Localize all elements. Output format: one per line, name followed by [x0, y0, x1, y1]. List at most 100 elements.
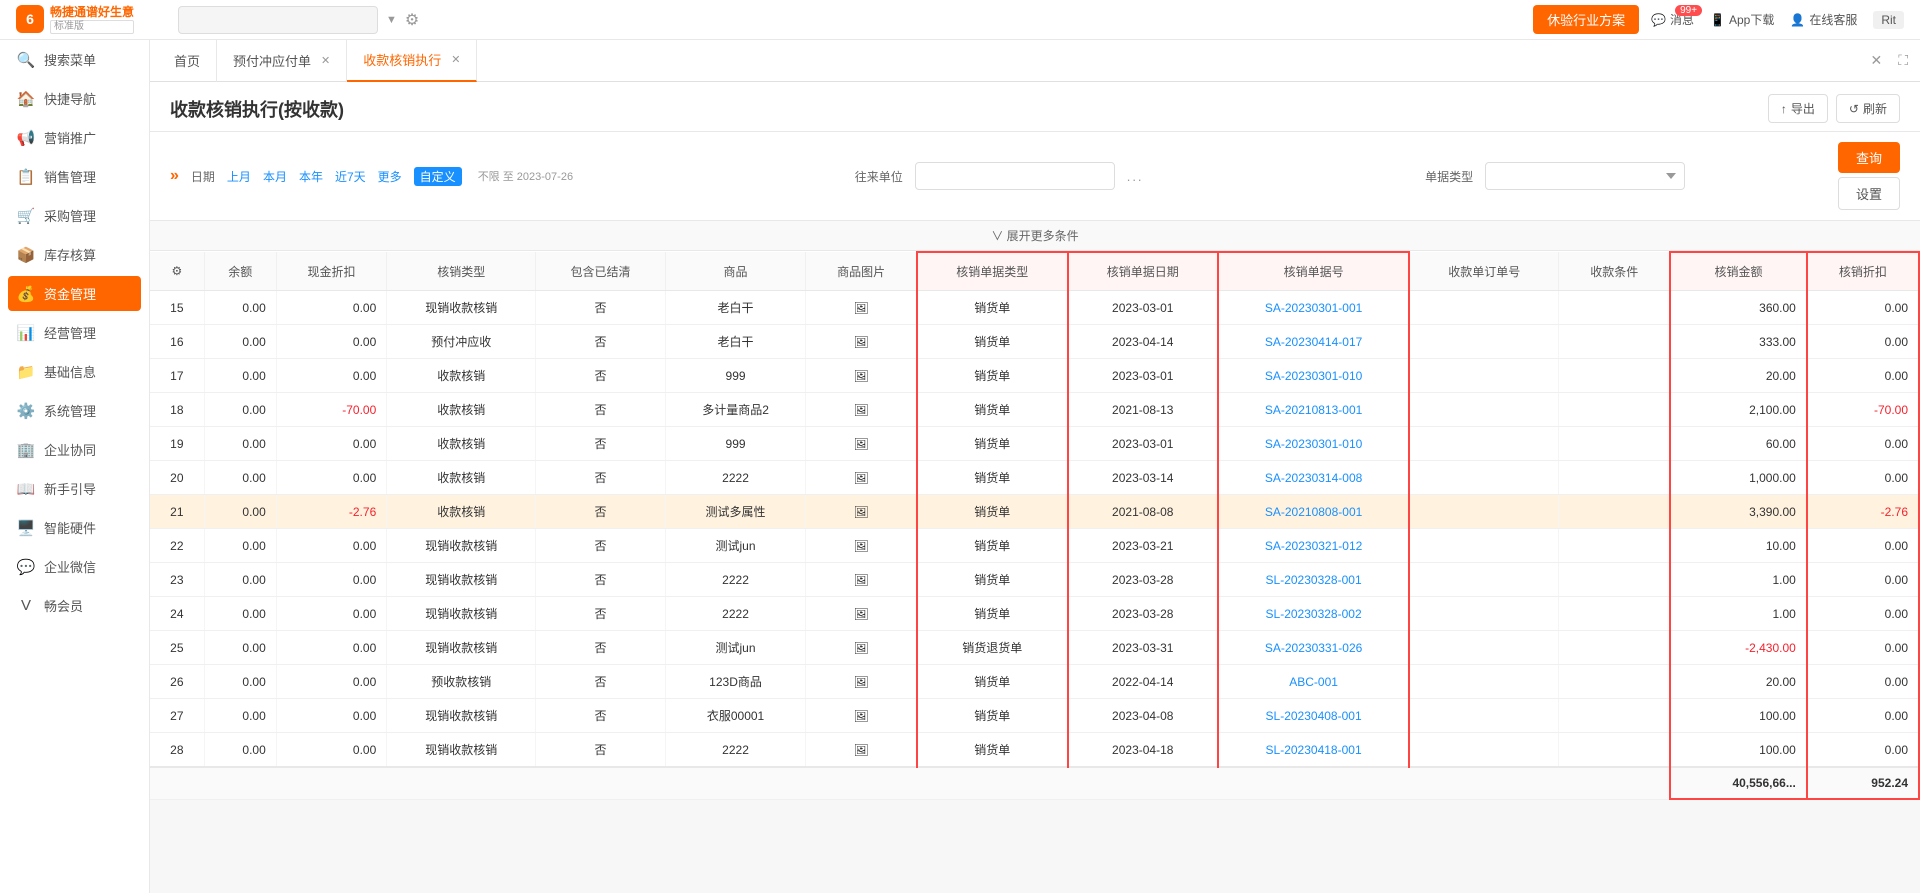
tab-close-all-icon[interactable]: ✕: [1866, 48, 1886, 73]
single-type-select[interactable]: [1485, 162, 1685, 190]
refresh-btn[interactable]: ↺ 刷新: [1836, 94, 1900, 123]
guide-icon: 📖: [16, 480, 36, 498]
table-cell[interactable]: SL-20230328-001: [1218, 563, 1409, 597]
industry-btn[interactable]: 休验行业方案: [1533, 5, 1639, 34]
table-cell: 2021-08-13: [1068, 393, 1219, 427]
table-cell: 销货退货单: [917, 631, 1068, 665]
this-year-btn[interactable]: 本年: [299, 168, 323, 185]
export-btn[interactable]: ↑ 导出: [1768, 94, 1828, 123]
table-cell: [1409, 359, 1559, 393]
user-name[interactable]: Rit: [1873, 11, 1904, 29]
table-cell[interactable]: SL-20230328-002: [1218, 597, 1409, 631]
sidebar-item-wechat[interactable]: 💬 企业微信: [0, 547, 149, 586]
table-cell: 999: [665, 359, 805, 393]
table-cell[interactable]: SA-20210808-001: [1218, 495, 1409, 529]
table-cell: 1,000.00: [1670, 461, 1807, 495]
table-cell[interactable]: SA-20230301-010: [1218, 427, 1409, 461]
messages-btn[interactable]: 💬 消息 99+: [1651, 11, 1694, 28]
table-cell: 销货单: [917, 665, 1068, 699]
table-cell: 收款核销: [387, 393, 536, 427]
table-cell: 否: [536, 291, 666, 325]
table-cell[interactable]: SA-20230301-010: [1218, 359, 1409, 393]
sidebar-item-search[interactable]: 🔍 搜索菜单: [0, 40, 149, 79]
table-cell: 🖼: [806, 699, 917, 733]
table-cell: 销货单: [917, 291, 1068, 325]
tab-receipt-close[interactable]: ✕: [451, 53, 460, 66]
table-cell: [1559, 393, 1670, 427]
table-cell[interactable]: SA-20230321-012: [1218, 529, 1409, 563]
sidebar-item-bizmt[interactable]: 📊 经营管理: [0, 313, 149, 352]
logo-text: 畅捷通谱好生意: [50, 5, 134, 19]
sidebar-item-purchase[interactable]: 🛒 采购管理: [0, 196, 149, 235]
table-cell: 🖼: [806, 631, 917, 665]
table-cell: -2,430.00: [1670, 631, 1807, 665]
sidebar-label: 搜索菜单: [44, 50, 96, 69]
msg-badge: 99+: [1675, 5, 1702, 16]
table-cell: 否: [536, 427, 666, 461]
sidebar-label: 经营管理: [44, 323, 96, 342]
last7-btn[interactable]: 近7天: [335, 168, 366, 185]
online-service-btn[interactable]: 👤 在线客服: [1790, 11, 1857, 28]
table-cell: 0.00: [1807, 597, 1919, 631]
table-cell: 🖼: [806, 393, 917, 427]
sidebar-item-hardware[interactable]: 🖥️ 智能硬件: [0, 508, 149, 547]
table-cell: 老白干: [665, 325, 805, 359]
table-cell: [1409, 597, 1559, 631]
table-container[interactable]: ⚙ 余额 现金折扣 核销类型 包含已结清 商品 商品图片 核销单据类型 核销单据…: [150, 251, 1920, 893]
table-cell: 否: [536, 529, 666, 563]
sidebar-label: 企业协同: [44, 440, 96, 459]
tab-home[interactable]: 首页: [158, 40, 217, 82]
sidebar-item-sysmgmt[interactable]: ⚙️ 系统管理: [0, 391, 149, 430]
table-cell: 销货单: [917, 563, 1068, 597]
sidebar-item-guide[interactable]: 📖 新手引导: [0, 469, 149, 508]
table-cell: 0.00: [276, 529, 386, 563]
table-cell: [1559, 427, 1670, 461]
table-cell: 0.00: [276, 325, 386, 359]
table-cell: 🖼: [806, 733, 917, 768]
table-cell: 0.00: [276, 461, 386, 495]
table-cell[interactable]: SA-20230331-026: [1218, 631, 1409, 665]
table-cell[interactable]: SA-20230301-001: [1218, 291, 1409, 325]
more-btn[interactable]: 更多: [378, 168, 402, 185]
th-setting[interactable]: ⚙: [150, 252, 204, 291]
table-cell[interactable]: SL-20230408-001: [1218, 699, 1409, 733]
sidebar-item-inventory[interactable]: 📦 库存核算: [0, 235, 149, 274]
sidebar-item-marketing[interactable]: 📢 营销推广: [0, 118, 149, 157]
table-row: 150.000.00现销收款核销否老白干🖼销货单2023-03-01SA-202…: [150, 291, 1919, 325]
table-cell[interactable]: SA-20230414-017: [1218, 325, 1409, 359]
filter-toggle-btn[interactable]: »: [170, 167, 179, 185]
sidebar-item-vip[interactable]: V 畅会员: [0, 586, 149, 625]
table-footer-row: 40,556,66... 952.24: [150, 767, 1919, 799]
sidebar-item-finance[interactable]: 💰 资金管理: [8, 276, 141, 311]
table-cell[interactable]: ABC-001: [1218, 665, 1409, 699]
this-month-btn[interactable]: 本月: [263, 168, 287, 185]
table-cell: 100.00: [1670, 733, 1807, 768]
last-month-btn[interactable]: 上月: [227, 168, 251, 185]
tab-receipt-cancel[interactable]: 收款核销执行 ✕: [347, 40, 477, 82]
table-cell: 0.00: [276, 427, 386, 461]
from-unit-input[interactable]: [915, 162, 1115, 190]
table-cell[interactable]: SA-20210813-001: [1218, 393, 1409, 427]
tab-prepay-close[interactable]: ✕: [321, 54, 330, 67]
filter-bar: » 日期 上月 本月 本年 近7天 更多 自定义 不限 至 2023-07-26…: [150, 132, 1920, 221]
custom-btn[interactable]: 自定义: [414, 167, 462, 186]
gear-icon[interactable]: ⚙: [405, 10, 419, 30]
app-download-btn[interactable]: 📱 App下载: [1710, 11, 1774, 28]
search-input[interactable]: [178, 6, 378, 34]
sidebar-item-basicinfo[interactable]: 📁 基础信息: [0, 352, 149, 391]
sidebar-item-sales[interactable]: 📋 销售管理: [0, 157, 149, 196]
query-btn[interactable]: 查询: [1838, 142, 1900, 173]
sidebar-item-quicknav[interactable]: 🏠 快捷导航: [0, 79, 149, 118]
table-cell[interactable]: SA-20230314-008: [1218, 461, 1409, 495]
table-cell[interactable]: SL-20230418-001: [1218, 733, 1409, 768]
table-cell: [1559, 461, 1670, 495]
expand-label: 展开更多条件: [1007, 229, 1079, 243]
sidebar-label: 新手引导: [44, 479, 96, 498]
sidebar-item-enterprise[interactable]: 🏢 企业协同: [0, 430, 149, 469]
app-label: App下载: [1729, 11, 1774, 28]
settings-btn[interactable]: 设置: [1838, 177, 1900, 210]
expand-bar[interactable]: ∨ 展开更多条件: [150, 221, 1920, 251]
tab-prepay[interactable]: 预付冲应付单 ✕: [217, 40, 347, 82]
tab-expand-icon[interactable]: ⛶: [1894, 48, 1912, 73]
table-cell: 2222: [665, 563, 805, 597]
